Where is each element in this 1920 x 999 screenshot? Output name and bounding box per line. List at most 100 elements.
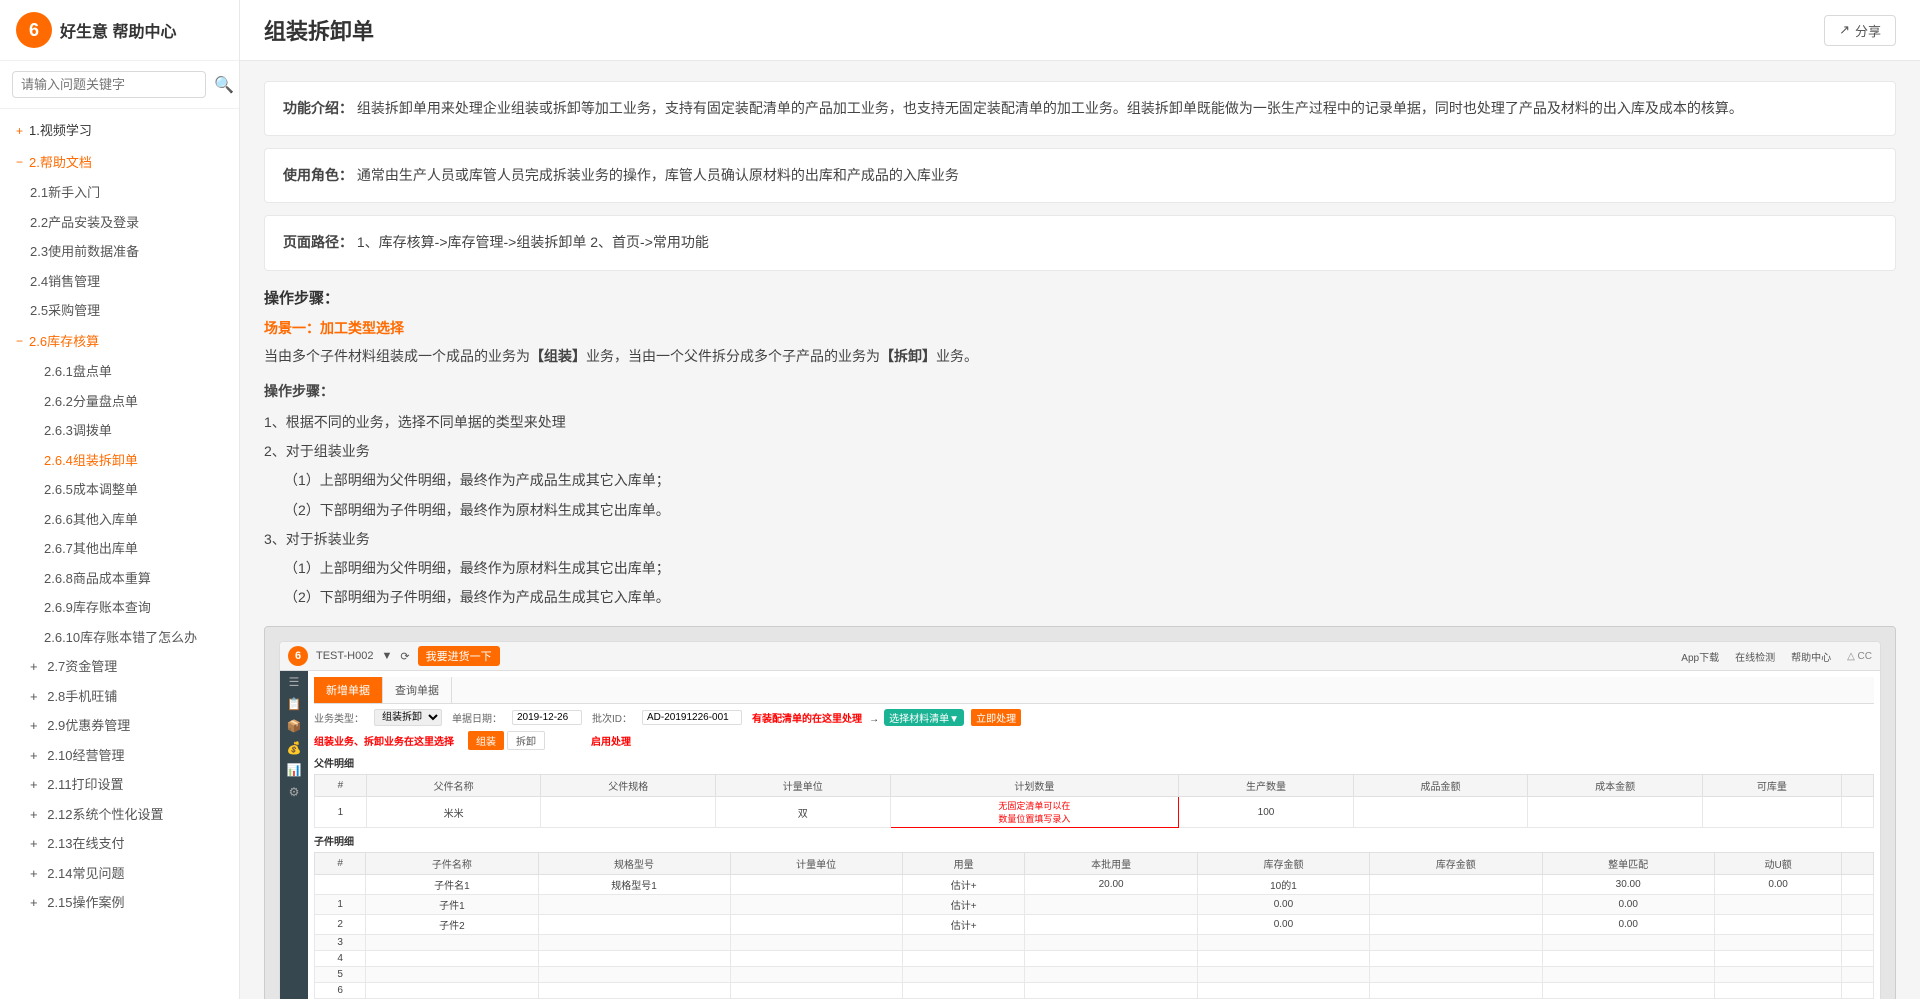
intro-text: 功能介绍： 组装拆卸单用来处理企业组装或拆卸等加工业务，支持有固定装配清单的产品… [283,96,1877,121]
form-row: 业务类型： 组装拆卸 单据日期： 批次ID： 有装配清单的在 [314,709,1874,726]
expand-icon-v213: + [30,836,38,851]
nav-item-v269[interactable]: 2.6.9库存账本查询 [0,593,239,623]
table-row: 1 米米 双 无固定清单可以在数量位置填写录入 100 [315,797,1874,828]
tab-query-order[interactable]: 查询单据 [383,677,452,703]
nav-label-v22: 2.2产品安装及登录 [30,215,139,230]
search-bar: 🔍 [0,61,239,109]
col2-stock-amt2: 库存金额 [1370,853,1542,875]
lower-table: # 子件名称 规格型号 计量单位 用量 本批用量 库存金额 库存金额 整单匹配 [314,852,1874,999]
nav-item-v29[interactable]: + 2.9优惠券管理 [0,711,239,741]
nav-item-v267[interactable]: 2.6.7其他出库单 [0,534,239,564]
nav-item-v2[interactable]: − 2.帮助文档 [0,147,239,179]
sidebar-icon-doc[interactable]: 📋 [287,697,302,711]
nav-item-v24[interactable]: 2.4销售管理 [0,267,239,297]
nav-item-v210[interactable]: + 2.10经营管理 [0,741,239,771]
expand-icon-v29: + [30,718,38,733]
sidebar-icon-menu[interactable]: ☰ [289,675,300,689]
nav-label-v21: 2.1新手入门 [30,185,100,200]
form-input-date[interactable] [512,710,582,725]
col2-usage: 用量 [902,853,1025,875]
company-name: TEST-H002 [316,650,373,662]
toggle-assemble-btn[interactable]: 组装 [468,731,504,750]
cell-unit: 双 [716,797,891,828]
nav-item-v214[interactable]: + 2.14常见问题 [0,859,239,889]
form-select-type[interactable]: 组装拆卸 [374,709,442,726]
online-check-link[interactable]: 在线检测 [1735,649,1775,664]
type-toggle-row: 组装业务、拆卸业务在这里选择 组装 拆卸 启用处理 [314,731,1874,750]
form-input-id[interactable] [642,710,742,725]
search-input[interactable] [12,71,206,98]
table-row: 5 [315,967,1874,983]
cell-cost-amt [1528,797,1703,828]
nav-label-v215: 2.15操作案例 [47,895,124,910]
nav-item-v1[interactable]: + 1.视频学习 [0,115,239,147]
expand-icon-v211: + [30,777,38,792]
nav-item-v27[interactable]: + 2.7资金管理 [0,652,239,682]
col2-dyn-amt: 动U额 [1714,853,1841,875]
nav-item-v211[interactable]: + 2.11打印设置 [0,770,239,800]
nav-label-v27: 2.7资金管理 [47,659,117,674]
upper-table-label: 父件明细 [314,755,1874,770]
annotation-label4: 组装业务、拆卸业务在这里选择 [314,733,454,748]
nav-item-v264[interactable]: 2.6.4组装拆卸单 [0,446,239,476]
select-bom-btn[interactable]: 选择材料清单▼ [884,709,964,726]
intro-block: 功能介绍： 组装拆卸单用来处理企业组装或拆卸等加工业务，支持有固定装配清单的产品… [264,81,1896,136]
help-center-link[interactable]: 帮助中心 [1791,649,1831,664]
app-window-logo: 6 [288,646,308,666]
nav-item-v2610[interactable]: 2.6.10库存账本错了怎么办 [0,623,239,653]
page-title: 组装拆卸单 [264,14,374,46]
lower-table-label: 子件明细 [314,833,1874,848]
nav-item-v28[interactable]: + 2.8手机旺铺 [0,682,239,712]
tab-new-order[interactable]: 新增单据 [314,677,383,703]
nav-item-v266[interactable]: 2.6.6其他入库单 [0,505,239,535]
share-icon: ↗ [1839,22,1850,38]
search-button[interactable]: 🔍 [212,73,236,97]
nav-item-v212[interactable]: + 2.12系统个性化设置 [0,800,239,830]
expand-icon-v28: + [30,689,38,704]
annotation-label1: 有装配清单的在这里处理 [752,714,862,725]
toggle-disassemble-btn[interactable]: 拆卸 [507,731,545,750]
step2-sub1: （1）上部明细为父件明细，最终作为产成品生成其它入库单； [264,468,1896,493]
nav-item-v22[interactable]: 2.2产品安装及登录 [0,208,239,238]
expand-icon-v215: + [30,895,38,910]
immediate-process-btn[interactable]: 立即处理 [971,709,1021,726]
nav-item-v25[interactable]: 2.5采购管理 [0,296,239,326]
nav-tree: + 1.视频学习 − 2.帮助文档 2.1新手入门 2.2产品安装及登录 2.3… [0,109,239,999]
app-download-link[interactable]: App下载 [1681,649,1719,664]
cell-prod-amt [1353,797,1528,828]
col2-child-name: 子件名称 [366,853,538,875]
table-row: 4 [315,951,1874,967]
sidebar-icon-gear[interactable]: ⚙ [289,785,300,799]
step3-sub1: （1）上部明细为父件明细，最终作为原材料生成其它出库单； [264,556,1896,581]
nav-item-v268[interactable]: 2.6.8商品成本重算 [0,564,239,594]
nav-item-v26[interactable]: − 2.6库存核算 [0,326,239,358]
nav-item-v23[interactable]: 2.3使用前数据准备 [0,237,239,267]
new-purchase-btn[interactable]: 我要进货一下 [418,646,500,666]
nav-item-v263[interactable]: 2.6.3调拨单 [0,416,239,446]
nav-item-v265[interactable]: 2.6.5成本调整单 [0,475,239,505]
col2-batch-usage: 本批用量 [1025,853,1197,875]
cell-row-ops [1841,797,1873,828]
nav-label-v1: 1.视频学习 [29,121,92,141]
nav-item-v215[interactable]: + 2.15操作案例 [0,888,239,918]
share-button[interactable]: ↗ 分享 [1824,15,1896,46]
nav-label-v214: 2.14常见问题 [47,866,124,881]
step3-sub2: （2）下部明细为子件明细，最终作为产成品生成其它入库单。 [264,585,1896,610]
nav-item-v213[interactable]: + 2.13在线支付 [0,829,239,859]
nav-item-v261[interactable]: 2.6.1盘点单 [0,357,239,387]
nav-label-v267: 2.6.7其他出库单 [44,541,138,556]
annotation-arrow1: → [869,714,879,725]
cell-seq: 1 [315,797,367,828]
col-ops [1841,775,1873,797]
col-plan-qty: 计划数量 [890,775,1179,797]
nav-item-v262[interactable]: 2.6.2分量盘点单 [0,387,239,417]
sidebar-icon-box[interactable]: 📦 [287,719,302,733]
app-body-wrapper: ☰ 📋 📦 💰 📊 ⚙ 新增单据 查询单据 [280,671,1880,999]
path-block: 页面路径： 1、库存核算->库存管理->组装拆卸单 2、首页->常用功能 [264,215,1896,270]
app-brand: 好生意 帮助中心 [60,18,176,42]
nav-item-v21[interactable]: 2.1新手入门 [0,178,239,208]
main-area: 组装拆卸单 ↗ 分享 功能介绍： 组装拆卸单用来处理企业组装或拆卸等加工业务，支… [240,0,1920,999]
app-nav-tabs: 新增单据 查询单据 [314,677,1874,704]
sidebar-icon-chart[interactable]: 📊 [287,763,302,777]
sidebar-icon-money[interactable]: 💰 [287,741,302,755]
